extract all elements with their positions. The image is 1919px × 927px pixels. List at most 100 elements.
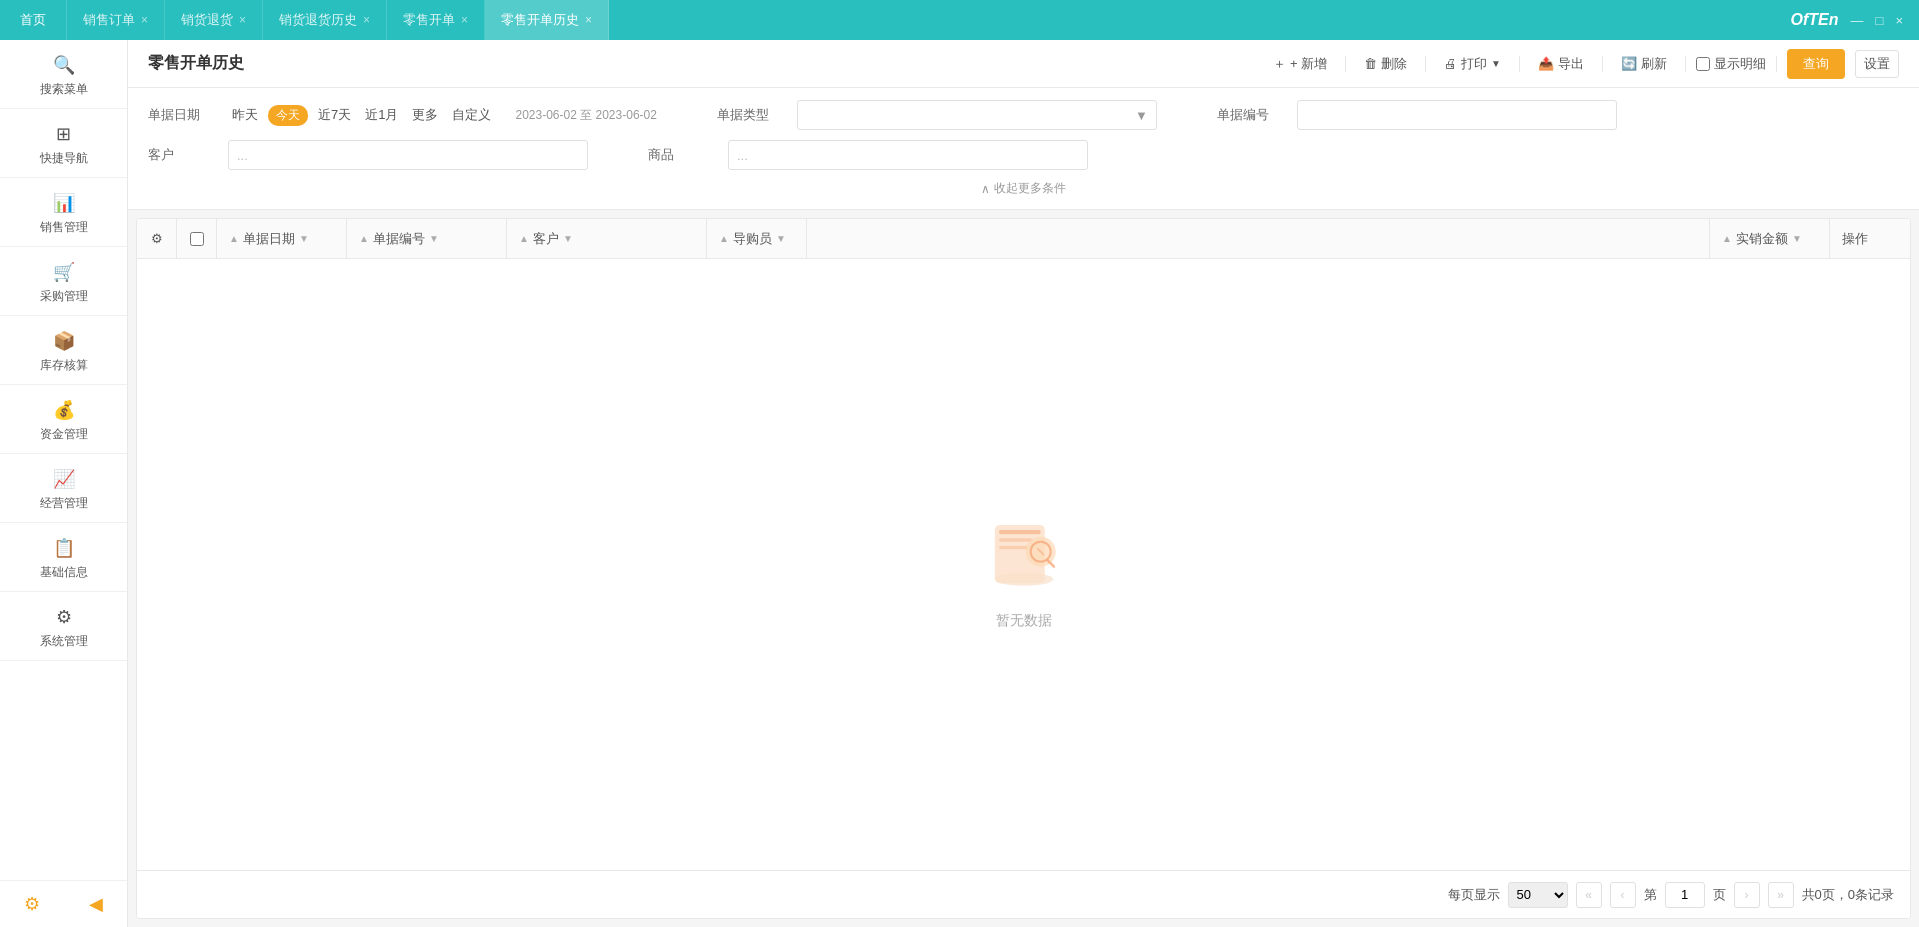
th-cust-sort-down-icon[interactable]: ▼ xyxy=(563,233,573,244)
tab-home[interactable]: 首页 xyxy=(0,0,67,40)
th-sort-down-icon[interactable]: ▼ xyxy=(299,233,309,244)
delete-label: 删除 xyxy=(1381,55,1407,73)
sidebar-item-label: 采购管理 xyxy=(40,288,88,305)
sidebar-item-quick-nav[interactable]: ⊞ 快捷导航 xyxy=(0,109,127,178)
toolbar-sep-5 xyxy=(1685,56,1686,72)
th-number-label: 单据编号 xyxy=(373,230,425,248)
sales-order-label: 销售订单 xyxy=(83,11,135,29)
toolbar-sep-3 xyxy=(1519,56,1520,72)
date-range: 2023-06-02 至 2023-06-02 xyxy=(515,107,656,124)
date-option-yesterday[interactable]: 昨天 xyxy=(228,104,262,126)
sidebar-item-label: 经营管理 xyxy=(40,495,88,512)
collapse-up-icon: ∧ xyxy=(981,182,990,196)
display-checkbox[interactable] xyxy=(1696,57,1710,71)
filter-row-2: 客户 ... 商品 ... xyxy=(148,140,1899,170)
sidebar-item-finance[interactable]: 💰 资金管理 xyxy=(0,385,127,454)
type-label: 单据类型 xyxy=(717,106,777,124)
collapse-sidebar-icon[interactable]: ◀ xyxy=(89,893,103,915)
sidebar-item-operations[interactable]: 📈 经营管理 xyxy=(0,454,127,523)
select-all-checkbox[interactable] xyxy=(190,232,204,246)
last-page-icon: » xyxy=(1777,888,1784,902)
add-icon: ＋ xyxy=(1273,55,1286,73)
close-sales-order-icon[interactable]: × xyxy=(141,13,148,27)
retail-open-history-label: 零售开单历史 xyxy=(501,11,579,29)
window-minimize-icon[interactable]: — xyxy=(1851,13,1864,28)
settings-button[interactable]: 设置 xyxy=(1855,50,1899,78)
product-select[interactable]: ... xyxy=(728,140,1088,170)
date-option-7days[interactable]: 近7天 xyxy=(314,104,355,126)
tab-retail-open[interactable]: 零售开单 × xyxy=(387,0,485,40)
top-bar-right: OfTEn — □ × xyxy=(1791,0,1919,40)
th-sort-up-icon[interactable]: ▲ xyxy=(229,233,239,244)
tab-sales-order[interactable]: 销售订单 × xyxy=(67,0,165,40)
date-option-more[interactable]: 更多 xyxy=(408,104,442,126)
first-page-button[interactable]: « xyxy=(1576,882,1602,908)
th-amount-sort-up-icon[interactable]: ▲ xyxy=(1722,233,1732,244)
collapse-button[interactable]: ∧ 收起更多条件 xyxy=(981,180,1066,197)
type-select[interactable]: ▼ xyxy=(797,100,1157,130)
delete-icon: 🗑 xyxy=(1364,56,1377,71)
close-retail-open-history-icon[interactable]: × xyxy=(585,13,592,27)
date-option-today[interactable]: 今天 xyxy=(268,105,308,126)
tab-sales-return[interactable]: 销货退货 × xyxy=(165,0,263,40)
toolbar-sep-1 xyxy=(1345,56,1346,72)
prev-page-button[interactable]: ‹ xyxy=(1610,882,1636,908)
sidebar-item-label: 销售管理 xyxy=(40,219,88,236)
main-layout: 🔍 搜索菜单 ⊞ 快捷导航 📊 销售管理 🛒 采购管理 📦 库存核算 💰 资金管… xyxy=(0,40,1919,927)
type-dropdown-icon: ▼ xyxy=(1135,108,1148,123)
close-retail-open-icon[interactable]: × xyxy=(461,13,468,27)
sidebar-item-sales[interactable]: 📊 销售管理 xyxy=(0,178,127,247)
th-num-sort-down-icon[interactable]: ▼ xyxy=(429,233,439,244)
system-icon: ⚙ xyxy=(56,606,72,628)
delete-button[interactable]: 🗑 删除 xyxy=(1356,51,1415,77)
sidebar-item-basic[interactable]: 📋 基础信息 xyxy=(0,523,127,592)
close-sales-return-icon[interactable]: × xyxy=(239,13,246,27)
settings-footer-icon[interactable]: ⚙ xyxy=(24,893,40,915)
customer-placeholder: ... xyxy=(237,148,248,163)
brand-text: OfTEn xyxy=(1791,11,1839,29)
th-action-label: 操作 xyxy=(1842,230,1868,248)
page-size-select[interactable]: 50 10 20 100 xyxy=(1508,882,1568,908)
th-amount-sort-down-icon[interactable]: ▼ xyxy=(1792,233,1802,244)
last-page-button[interactable]: » xyxy=(1768,882,1794,908)
sidebar-item-system[interactable]: ⚙ 系统管理 xyxy=(0,592,127,661)
th-customer: ▲ 客户 ▼ xyxy=(507,219,707,258)
export-button[interactable]: 📤 导出 xyxy=(1530,51,1592,77)
window-maximize-icon[interactable]: □ xyxy=(1876,13,1884,28)
add-button[interactable]: ＋ + 新增 xyxy=(1265,51,1335,77)
close-sales-return-history-icon[interactable]: × xyxy=(363,13,370,27)
query-label: 查询 xyxy=(1803,55,1829,73)
total-text: 共0页，0条记录 xyxy=(1802,886,1894,904)
th-guide-sort-down-icon[interactable]: ▼ xyxy=(776,233,786,244)
refresh-button[interactable]: 🔄 刷新 xyxy=(1613,51,1675,77)
print-dropdown-icon: ▼ xyxy=(1491,58,1501,69)
empty-illustration xyxy=(974,500,1074,600)
th-amount: ▲ 实销金额 ▼ xyxy=(1710,219,1830,258)
date-option-1month[interactable]: 近1月 xyxy=(361,104,402,126)
th-guide-sort-up-icon[interactable]: ▲ xyxy=(719,233,729,244)
th-number: ▲ 单据编号 ▼ xyxy=(347,219,507,258)
th-num-sort-up-icon[interactable]: ▲ xyxy=(359,233,369,244)
number-input[interactable] xyxy=(1297,100,1617,130)
sidebar-search[interactable]: 🔍 搜索菜单 xyxy=(0,40,127,109)
basic-icon: 📋 xyxy=(53,537,75,559)
date-label: 单据日期 xyxy=(148,106,208,124)
tab-retail-open-history[interactable]: 零售开单历史 × xyxy=(485,0,609,40)
customer-select[interactable]: ... xyxy=(228,140,588,170)
page-input[interactable] xyxy=(1665,882,1705,908)
th-settings[interactable]: ⚙ xyxy=(137,219,177,258)
th-cust-sort-up-icon[interactable]: ▲ xyxy=(519,233,529,244)
sidebar-item-inventory[interactable]: 📦 库存核算 xyxy=(0,316,127,385)
query-button[interactable]: 查询 xyxy=(1787,49,1845,79)
sales-icon: 📊 xyxy=(53,192,75,214)
page-size-label: 每页显示 xyxy=(1448,886,1500,904)
date-option-custom[interactable]: 自定义 xyxy=(448,104,495,126)
tab-sales-return-history[interactable]: 销货退货历史 × xyxy=(263,0,387,40)
page-suffix: 页 xyxy=(1713,886,1726,904)
next-page-button[interactable]: › xyxy=(1734,882,1760,908)
empty-state: 暂无数据 xyxy=(137,259,1910,870)
print-button[interactable]: 🖨 打印 ▼ xyxy=(1436,51,1509,77)
window-close-icon[interactable]: × xyxy=(1895,13,1903,28)
inventory-icon: 📦 xyxy=(53,330,75,352)
sidebar-item-purchase[interactable]: 🛒 采购管理 xyxy=(0,247,127,316)
